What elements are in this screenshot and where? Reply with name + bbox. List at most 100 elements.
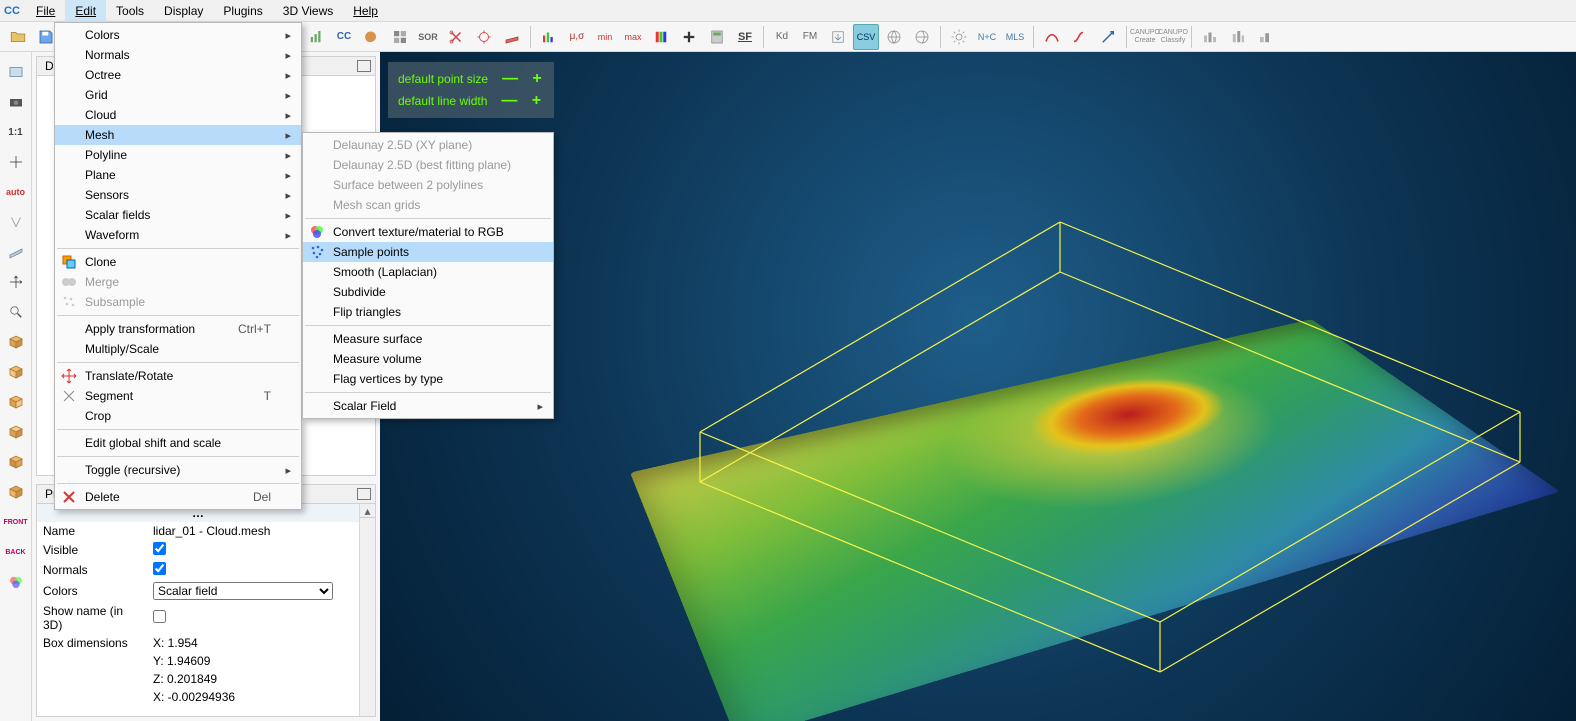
lt-axes-icon[interactable] (2, 268, 30, 296)
tb-plane-icon[interactable] (499, 24, 525, 50)
tb-target-icon[interactable] (471, 24, 497, 50)
lt-camera-icon[interactable] (2, 88, 30, 116)
properties-scrollbar[interactable]: ▴ (359, 504, 375, 716)
tb-scissors-icon[interactable] (443, 24, 469, 50)
overlay-linewidth-minus[interactable]: — (501, 92, 515, 110)
lt-flip-icon[interactable] (2, 208, 30, 236)
mi-cloud[interactable]: Cloud (55, 105, 301, 125)
tb-csv-icon[interactable]: CSV (853, 24, 879, 50)
prop-showname-checkbox[interactable] (153, 610, 166, 623)
tb-canupo-classify-icon[interactable]: CANUPOClassify (1160, 24, 1186, 50)
mi-toggle-recursive[interactable]: Toggle (recursive) (55, 460, 301, 480)
tb-spline-icon[interactable] (1067, 24, 1093, 50)
lt-crosshair-icon[interactable] (2, 148, 30, 176)
lt-view-back-icon[interactable] (2, 418, 30, 446)
lt-plane-icon[interactable] (2, 238, 30, 266)
mi-octree[interactable]: Octree (55, 65, 301, 85)
tb-blob-icon[interactable] (359, 24, 385, 50)
lt-view-right-icon[interactable] (2, 478, 30, 506)
lt-screenshot-icon[interactable] (2, 58, 30, 86)
mi-scalar-field[interactable]: Scalar Field (303, 396, 553, 416)
tb-tile-icon[interactable] (387, 24, 413, 50)
mi-delete[interactable]: DeleteDel (55, 487, 301, 507)
mi-waveform[interactable]: Waveform (55, 225, 301, 245)
prop-colors-select[interactable]: Scalar field (153, 582, 333, 600)
tb-vector-icon[interactable] (1095, 24, 1121, 50)
prop-visible-checkbox[interactable] (153, 542, 166, 555)
lt-search-icon[interactable] (2, 298, 30, 326)
menu-3dviews[interactable]: 3D Views (273, 0, 343, 22)
menu-edit[interactable]: Edit (65, 0, 106, 22)
tb-globe1-icon[interactable] (881, 24, 907, 50)
tb-curve-icon[interactable] (1039, 24, 1065, 50)
mi-flip-triangles[interactable]: Flip triangles (303, 302, 553, 322)
lt-label-back-icon[interactable]: BACK (2, 538, 30, 566)
mi-sample-points[interactable]: Sample points (303, 242, 553, 262)
menu-display[interactable]: Display (154, 0, 213, 22)
mi-measure-volume[interactable]: Measure volume (303, 349, 553, 369)
tb-gear-icon[interactable] (946, 24, 972, 50)
lt-view-side-icon[interactable] (2, 388, 30, 416)
lt-one2one-icon[interactable]: 1:1 (2, 118, 30, 146)
tb-stats-icon[interactable]: μ,σ (564, 24, 590, 50)
lt-view-top-icon[interactable] (2, 328, 30, 356)
mi-grid[interactable]: Grid (55, 85, 301, 105)
lt-view-left-icon[interactable] (2, 448, 30, 476)
tb-fm-icon[interactable]: FM (797, 24, 823, 50)
overlay-linewidth-plus[interactable]: + (529, 92, 543, 110)
tb-max-icon[interactable]: max (620, 24, 646, 50)
menu-plugins[interactable]: Plugins (213, 0, 272, 22)
prop-normals-checkbox[interactable] (153, 562, 166, 575)
mi-subdivide[interactable]: Subdivide (303, 282, 553, 302)
mi-apply-transformation[interactable]: Apply transformationCtrl+T (55, 319, 301, 339)
tb-canupo-create-icon[interactable]: CANUPOCreate (1132, 24, 1158, 50)
tb-globe2-icon[interactable] (909, 24, 935, 50)
tb-sor-icon[interactable]: SOR (415, 24, 441, 50)
lt-rgb-icon[interactable] (2, 568, 30, 596)
menu-file[interactable]: File (26, 0, 65, 22)
undock-icon[interactable] (357, 60, 371, 72)
mi-segment[interactable]: SegmentT (55, 386, 301, 406)
mi-normals[interactable]: Normals (55, 45, 301, 65)
tb-city2-icon[interactable] (1225, 24, 1251, 50)
tb-calc-icon[interactable] (704, 24, 730, 50)
tb-min-icon[interactable]: min (592, 24, 618, 50)
mi-translate-rotate[interactable]: Translate/Rotate (55, 366, 301, 386)
tb-palette-icon[interactable] (648, 24, 674, 50)
tb-mls-icon[interactable]: MLS (1002, 24, 1028, 50)
mi-crop[interactable]: Crop (55, 406, 301, 426)
tb-cc-icon[interactable]: CC (331, 24, 357, 50)
menu-tools[interactable]: Tools (106, 0, 154, 22)
lt-label-front-icon[interactable]: FRONT (2, 508, 30, 536)
tb-hist-icon[interactable] (536, 24, 562, 50)
mi-colors[interactable]: Colors (55, 25, 301, 45)
mi-flag-vertices[interactable]: Flag vertices by type (303, 369, 553, 389)
tb-export-icon[interactable] (825, 24, 851, 50)
mi-measure-surface[interactable]: Measure surface (303, 329, 553, 349)
mi-edit-global-shift[interactable]: Edit global shift and scale (55, 433, 301, 453)
mi-multiply-scale[interactable]: Multiply/Scale (55, 339, 301, 359)
tb-chart-icon[interactable] (303, 24, 329, 50)
lt-view-front-icon[interactable] (2, 358, 30, 386)
menu-help[interactable]: Help (343, 0, 388, 22)
mi-smooth[interactable]: Smooth (Laplacian) (303, 262, 553, 282)
mi-polyline[interactable]: Polyline (55, 145, 301, 165)
mi-convert-texture[interactable]: Convert texture/material to RGB (303, 222, 553, 242)
viewport-3d[interactable]: default point size — + default line widt… (380, 52, 1576, 721)
undock-icon[interactable] (357, 488, 371, 500)
lt-auto-icon[interactable]: auto (2, 178, 30, 206)
tb-city1-icon[interactable] (1197, 24, 1223, 50)
tb-plus-icon[interactable] (676, 24, 702, 50)
mi-mesh[interactable]: Mesh (55, 125, 301, 145)
tb-ncplus-icon[interactable]: N+C (974, 24, 1000, 50)
tb-city3-icon[interactable] (1253, 24, 1279, 50)
tb-kd-icon[interactable]: Kd (769, 24, 795, 50)
tb-sf-icon[interactable]: SF (732, 24, 758, 50)
mi-plane[interactable]: Plane (55, 165, 301, 185)
mi-scalar-fields[interactable]: Scalar fields (55, 205, 301, 225)
mi-sensors[interactable]: Sensors (55, 185, 301, 205)
tb-open-icon[interactable] (5, 24, 31, 50)
mi-clone[interactable]: Clone (55, 252, 301, 272)
prop-name-value[interactable]: lidar_01 - Cloud.mesh (147, 522, 359, 540)
overlay-pointsize-minus[interactable]: — (502, 70, 516, 88)
